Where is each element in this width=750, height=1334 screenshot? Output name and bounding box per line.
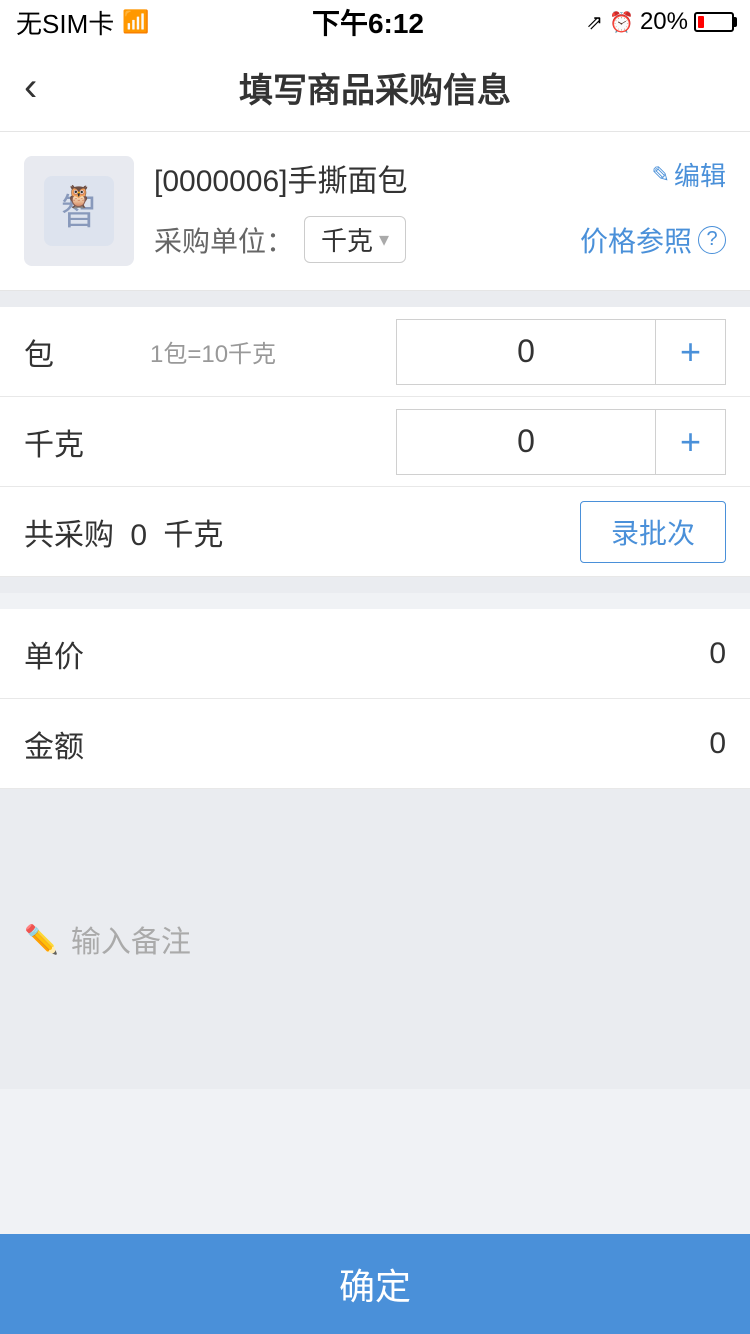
battery-icon xyxy=(694,12,734,32)
info-icon: ? xyxy=(698,226,726,254)
total-row: 共采购 0 千克 录批次 xyxy=(0,487,750,577)
amount-value: 0 xyxy=(709,727,726,761)
bao-label: 包 xyxy=(24,330,144,374)
status-bar: 无SIM卡 📶 下午6:12 ⇗ ⏰ 20% xyxy=(0,0,750,44)
price-section: 单价 0 金额 0 xyxy=(0,609,750,789)
svg-text:🦉: 🦉 xyxy=(65,184,92,209)
battery-percent: 20% xyxy=(640,8,688,36)
unit-price-row: 单价 0 xyxy=(0,609,750,699)
bao-plus-button[interactable]: + xyxy=(656,319,726,385)
bao-input[interactable] xyxy=(396,319,656,385)
note-placeholder: 输入备注 xyxy=(71,917,191,961)
nav-bar: ‹ 填写商品采购信息 xyxy=(0,44,750,132)
confirm-label: 确定 xyxy=(339,1258,411,1310)
unit-price-label: 单价 xyxy=(24,632,84,676)
alarm-icon: ⏰ xyxy=(609,10,634,35)
chevron-down-icon: ▾ xyxy=(379,227,389,252)
confirm-button[interactable]: 确定 xyxy=(0,1234,750,1334)
carrier-label: 无SIM卡 xyxy=(16,4,114,41)
status-left: 无SIM卡 📶 xyxy=(16,4,150,41)
product-image: 智 🦉 xyxy=(24,156,134,266)
unit-price-value: 0 xyxy=(709,637,726,671)
price-reference-button[interactable]: 价格参照 ? xyxy=(580,220,726,260)
note-section[interactable]: ✏️ 输入备注 xyxy=(0,789,750,1089)
edit-button[interactable]: ✎ 编辑 xyxy=(652,156,726,193)
amount-row: 金额 0 xyxy=(0,699,750,789)
bao-sublabel: 1包=10千克 xyxy=(150,334,276,369)
record-batch-button[interactable]: 录批次 xyxy=(580,501,726,563)
unit-select[interactable]: 千克 ▾ xyxy=(304,216,406,263)
product-thumbnail: 智 🦉 xyxy=(39,171,119,251)
status-right: ⇗ ⏰ 20% xyxy=(586,8,734,36)
kg-input[interactable] xyxy=(396,409,656,475)
kg-row: 千克 + xyxy=(0,397,750,487)
wifi-icon: 📶 xyxy=(122,9,149,35)
status-time: 下午6:12 xyxy=(312,2,424,42)
note-icon: ✏️ xyxy=(24,923,59,956)
kg-label: 千克 xyxy=(24,420,144,464)
total-label: 共采购 0 千克 xyxy=(24,510,223,554)
bao-row: 包 1包=10千克 + xyxy=(0,307,750,397)
total-amount: 0 xyxy=(130,519,147,552)
unit-label: 采购单位： xyxy=(154,220,294,260)
section-divider-2 xyxy=(0,577,750,593)
product-info: [0000006]手撕面包 ✎ 编辑 采购单位： 千克 ▾ 价格参照 ? xyxy=(154,156,726,263)
quantity-form: 包 1包=10千克 + 千克 + 共采购 0 千克 录批次 xyxy=(0,307,750,577)
back-button[interactable]: ‹ xyxy=(24,65,84,110)
product-card: 智 🦉 [0000006]手撕面包 ✎ 编辑 采购单位： 千克 ▾ 价格参照 xyxy=(0,132,750,291)
product-name: [0000006]手撕面包 xyxy=(154,156,407,200)
gps-icon: ⇗ xyxy=(586,10,603,35)
edit-icon: ✎ xyxy=(652,162,670,188)
page-title: 填写商品采购信息 xyxy=(239,63,511,112)
kg-plus-button[interactable]: + xyxy=(656,409,726,475)
amount-label: 金额 xyxy=(24,722,84,766)
section-divider-1 xyxy=(0,291,750,307)
